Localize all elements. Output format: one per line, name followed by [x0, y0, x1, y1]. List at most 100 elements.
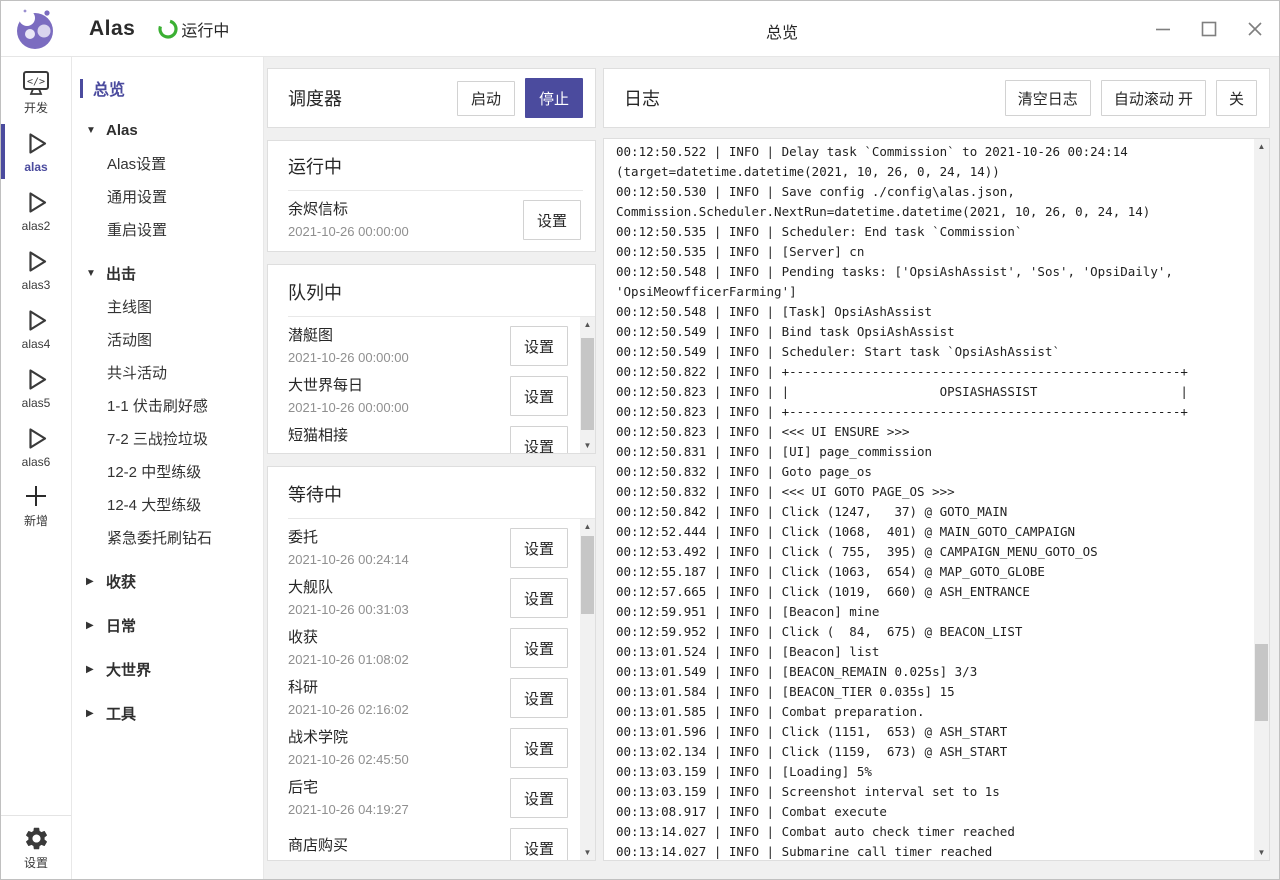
start-button[interactable]: 启动 [457, 81, 515, 116]
log-scrollbar[interactable]: ▲ ▼ [1254, 139, 1269, 860]
task-name: 科研 [288, 678, 510, 698]
log-line: 00:12:50.823 | INFO | <<< UI ENSURE >>> [616, 422, 1254, 442]
clear-log-button[interactable]: 清空日志 [1005, 80, 1091, 116]
maximize-button[interactable] [1199, 19, 1219, 39]
log-line: 00:12:50.831 | INFO | [UI] page_commissi… [616, 442, 1254, 462]
rail-item-plus[interactable]: 新增 [1, 476, 71, 535]
task-setting-button[interactable]: 设置 [510, 376, 568, 416]
menu-sidebar: 总览 ▼AlasAlas设置通用设置重启设置▼出击主线图活动图共斗活动1-1 伏… [72, 57, 264, 879]
log-line: 00:13:14.027 | INFO | Submarine call tim… [616, 842, 1254, 860]
menu-group[interactable]: ▶收获 [72, 565, 263, 598]
instance-sidebar: </> 开发 alas alas2alas3alas4alas5alas6新增 设置 [1, 57, 72, 879]
task-setting-button[interactable]: 设置 [510, 326, 568, 366]
app-window: Alas 运行中 总览 </>开发alasalas2alas3alas4alas… [0, 0, 1280, 880]
menu-item[interactable]: 7-2 三战捡垃圾 [72, 422, 263, 455]
log-line: 00:12:50.549 | INFO | Bind task OpsiAshA… [616, 322, 1254, 342]
task-setting-button[interactable]: 设置 [510, 728, 568, 768]
autoscroll-toggle-button[interactable]: 自动滚动 开 [1101, 80, 1206, 116]
log-line: 00:12:57.665 | INFO | Click (1019, 660) … [616, 582, 1254, 602]
task-setting-button[interactable]: 设置 [510, 778, 568, 818]
scroll-thumb[interactable] [1255, 644, 1268, 721]
minimize-button[interactable] [1153, 19, 1173, 39]
titlebar: Alas 运行中 总览 [1, 1, 1279, 57]
task-row: 收获2021-10-26 01:08:02设置 [288, 623, 580, 673]
menu-item[interactable]: 活动图 [72, 323, 263, 356]
scroll-down-icon[interactable]: ▼ [580, 845, 595, 860]
waiting-scrollbar[interactable]: ▲ ▼ [580, 519, 595, 860]
scroll-track[interactable] [580, 332, 595, 438]
menu-group[interactable]: ▶大世界 [72, 653, 263, 686]
scroll-up-icon[interactable]: ▲ [580, 519, 595, 534]
scroll-up-icon[interactable]: ▲ [580, 317, 595, 332]
scroll-track[interactable] [580, 534, 595, 845]
menu-item[interactable]: 12-4 大型练级 [72, 488, 263, 521]
log-line: 00:12:50.530 | INFO | Save config ./conf… [616, 182, 1254, 202]
rail-item-play[interactable]: alas5 [1, 358, 71, 417]
rail-item-play[interactable]: alas2 [1, 181, 71, 240]
menu-item[interactable]: 重启设置 [72, 213, 263, 246]
log-line: 00:12:50.549 | INFO | Scheduler: Start t… [616, 342, 1254, 362]
menu-item[interactable]: 通用设置 [72, 180, 263, 213]
scroll-track[interactable] [1254, 154, 1269, 845]
plus-icon [23, 482, 49, 510]
scroll-down-icon[interactable]: ▼ [1254, 845, 1269, 860]
menu-group-label: 大世界 [106, 659, 151, 680]
task-info: 余烬信标2021-10-26 00:00:00 [288, 200, 523, 240]
log-title: 日志 [624, 85, 995, 111]
menu-overview-label: 总览 [93, 76, 125, 100]
menu-item-overview[interactable]: 总览 [72, 73, 263, 103]
rail-item-play[interactable]: alas3 [1, 240, 71, 299]
task-info: 后宅2021-10-26 04:19:27 [288, 778, 510, 818]
menu-group-label: 日常 [106, 615, 136, 636]
rail-item-play[interactable]: alas6 [1, 417, 71, 476]
task-setting-button[interactable]: 设置 [523, 200, 581, 240]
waiting-title: 等待中 [288, 481, 595, 507]
code-monitor-icon: </> [21, 69, 51, 97]
task-setting-button[interactable]: 设置 [510, 828, 568, 860]
rail-item-play-selected[interactable]: alas [1, 122, 71, 181]
scroll-thumb[interactable] [581, 536, 594, 614]
menu-group[interactable]: ▶日常 [72, 609, 263, 642]
autoscroll-off-button[interactable]: 关 [1216, 80, 1257, 116]
log-line: 00:12:59.952 | INFO | Click ( 84, 675) @… [616, 622, 1254, 642]
log-line: 00:12:53.492 | INFO | Click ( 755, 395) … [616, 542, 1254, 562]
log-header-card: 日志 清空日志 自动滚动 开 关 [603, 68, 1270, 128]
play-icon [23, 366, 50, 394]
chevron-right-icon: ▶ [86, 576, 98, 587]
stop-button[interactable]: 停止 [525, 78, 583, 118]
task-setting-button[interactable]: 设置 [510, 678, 568, 718]
task-setting-button[interactable]: 设置 [510, 426, 568, 453]
task-setting-button[interactable]: 设置 [510, 628, 568, 668]
log-line: 00:13:14.027 | INFO | Combat auto check … [616, 822, 1254, 842]
rail-item-play[interactable]: alas4 [1, 299, 71, 358]
rail-item-code-monitor[interactable]: </> 开发 [1, 63, 71, 122]
menu-group[interactable]: ▼出击 [72, 257, 263, 290]
menu-group[interactable]: ▼Alas [72, 114, 263, 147]
running-card: 运行中 余烬信标2021-10-26 00:00:00设置 [267, 140, 596, 252]
pending-title: 队列中 [288, 279, 595, 305]
scroll-thumb[interactable] [581, 338, 594, 430]
menu-item[interactable]: 主线图 [72, 290, 263, 323]
rail-item-label: 开发 [24, 99, 48, 116]
settings-button[interactable]: 设置 [1, 815, 71, 879]
task-info: 短猫相接2021-10-26 00:00:00 [288, 426, 510, 453]
scroll-up-icon[interactable]: ▲ [1254, 139, 1269, 154]
task-time: 2021-10-26 00:00:00 [288, 450, 510, 453]
menu-item[interactable]: 共斗活动 [72, 356, 263, 389]
task-setting-button[interactable]: 设置 [510, 578, 568, 618]
menu-group[interactable]: ▶工具 [72, 697, 263, 730]
menu-item[interactable]: 12-2 中型练级 [72, 455, 263, 488]
scroll-down-icon[interactable]: ▼ [580, 438, 595, 453]
menu-item[interactable]: 紧急委托刷钻石 [72, 521, 263, 554]
rail-item-label: alas [24, 160, 47, 174]
task-row: 潜艇图2021-10-26 00:00:00设置 [288, 321, 580, 371]
pending-scrollbar[interactable]: ▲ ▼ [580, 317, 595, 453]
close-button[interactable] [1245, 19, 1265, 39]
menu-item[interactable]: 1-1 伏击刷好感 [72, 389, 263, 422]
task-setting-button[interactable]: 设置 [510, 528, 568, 568]
menu-group-label: Alas [106, 122, 138, 139]
menu-item[interactable]: Alas设置 [72, 147, 263, 180]
task-name: 委托 [288, 528, 510, 548]
log-output[interactable]: 00:12:50.522 | INFO | Delay task `Commis… [604, 139, 1254, 860]
chevron-down-icon: ▼ [86, 268, 98, 279]
